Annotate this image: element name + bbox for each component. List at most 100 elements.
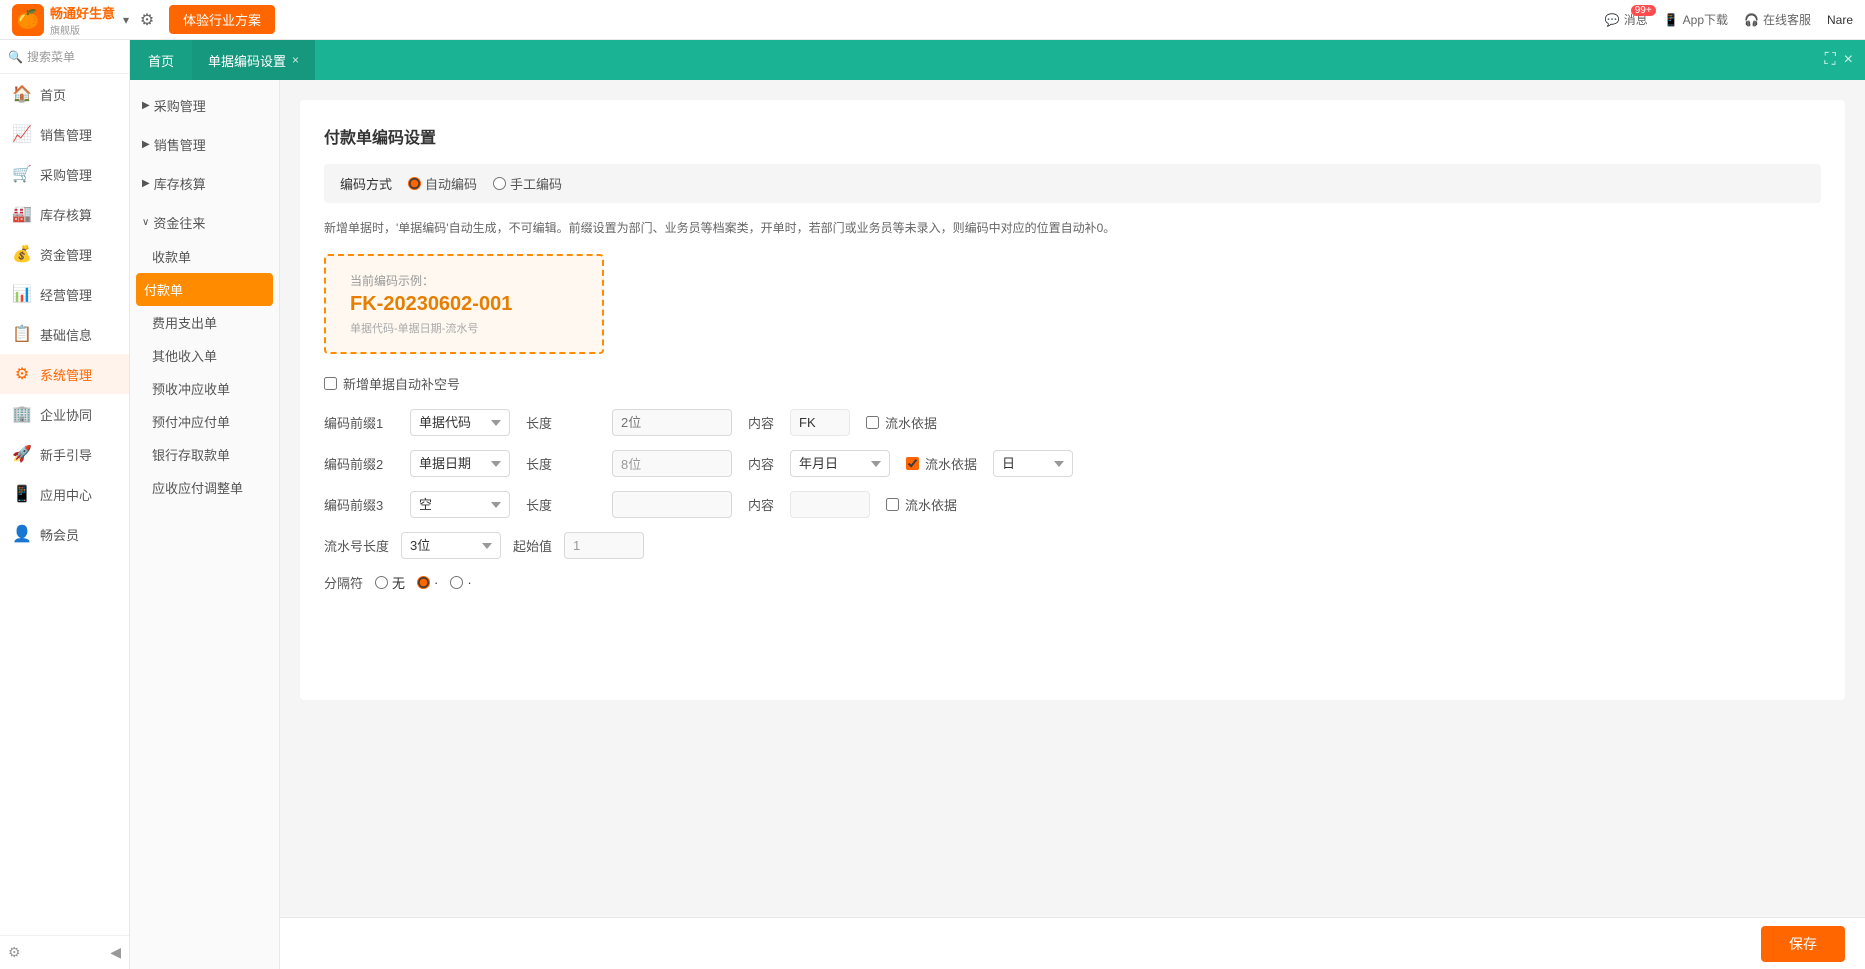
sep-none-option[interactable]: 无 [375, 573, 405, 592]
sidebar-item-sales[interactable]: 📈 销售管理 [0, 114, 129, 154]
sidebar-item-label-finance: 资金管理 [40, 245, 92, 264]
sec-item-ap-adjustment[interactable]: 应收应付调整单 [130, 471, 279, 504]
sidebar-item-operation[interactable]: 📊 经营管理 [0, 274, 129, 314]
enterprise-icon: 🏢 [12, 404, 32, 424]
sec-item-payment[interactable]: 付款单 [136, 273, 273, 306]
sidebar-item-purchase[interactable]: 🛒 采购管理 [0, 154, 129, 194]
sep-none-label: 无 [392, 573, 405, 592]
member-icon: 👤 [12, 524, 32, 544]
sidebar-search[interactable]: 🔍 搜索菜单 [0, 40, 129, 74]
sep-dot-label: · [434, 575, 438, 590]
search-icon: 🔍 [8, 50, 23, 64]
coding-radio-group: 自动编码 手工编码 [408, 174, 562, 193]
sidebar-item-newbie[interactable]: 🚀 新手引导 [0, 434, 129, 474]
tab-close-icon[interactable]: × [292, 53, 299, 67]
sec-group-title-capital[interactable]: ∨ 资金往来 [130, 205, 279, 240]
close-window-icon[interactable]: × [1844, 51, 1853, 69]
watermark1-label: 流水依据 [885, 413, 937, 432]
sec-item-prepay-receivable[interactable]: 预收冲应收单 [130, 372, 279, 405]
content1-label: 内容 [748, 413, 774, 432]
watermark3-label: 流水依据 [905, 495, 957, 514]
sep-dot-radio[interactable] [417, 576, 430, 589]
length2-input [612, 450, 732, 477]
app-download[interactable]: 📱 App下载 [1664, 11, 1728, 28]
sec-item-other-income[interactable]: 其他收入单 [130, 339, 279, 372]
sidebar-item-basic[interactable]: 📋 基础信息 [0, 314, 129, 354]
sidebar-item-enterprise[interactable]: 🏢 企业协同 [0, 394, 129, 434]
save-button[interactable]: 保存 [1761, 926, 1845, 962]
sidebar-item-label-purchase: 采购管理 [40, 165, 92, 184]
coding-method-label: 编码方式 [340, 174, 392, 193]
sep-options: 无 · · [375, 573, 472, 592]
prefix2-select[interactable]: 单据日期 部门 业务员 空 [410, 450, 510, 477]
sec-group-title-inventory[interactable]: ▶ 库存核算 [130, 166, 279, 201]
sidebar-item-apps[interactable]: 📱 应用中心 [0, 474, 129, 514]
search-label: 搜索菜单 [27, 48, 75, 65]
watermark2-period-select[interactable]: 日 月 年 [993, 450, 1073, 477]
body-area: ▶ 采购管理 ▶ 销售管理 ▶ 库存核算 [130, 80, 1865, 969]
sidebar-item-member[interactable]: 👤 畅会员 [0, 514, 129, 554]
watermark2-checkbox[interactable] [906, 457, 919, 470]
sec-item-expense[interactable]: 费用支出单 [130, 306, 279, 339]
prefix3-select[interactable]: 空 单据代码 部门 业务员 [410, 491, 510, 518]
sec-item-prepay-payable[interactable]: 预付冲应付单 [130, 405, 279, 438]
sep-dot-option[interactable]: · [417, 575, 438, 590]
prefix3-row: 编码前缀3 空 单据代码 部门 业务员 长度 内容 [324, 491, 1821, 518]
top-bar-left: 🍊 畅通好生意 旗舰版 ▾ ⚙ 体验行业方案 [12, 3, 275, 37]
auto-coding-radio[interactable] [408, 177, 421, 190]
manual-coding-option[interactable]: 手工编码 [493, 174, 562, 193]
auto-fill-label[interactable]: 新增单据自动补空号 [343, 374, 460, 393]
sec-group-title-purchase[interactable]: ▶ 采购管理 [130, 88, 279, 123]
arrow-sales: ▶ [142, 139, 150, 150]
separator-row: 分隔符 无 · [324, 573, 1821, 592]
sec-group-purchase: ▶ 采购管理 [130, 88, 279, 123]
manual-coding-radio[interactable] [493, 177, 506, 190]
page-card: 付款单编码设置 编码方式 自动编码 手 [300, 100, 1845, 700]
serial-length-select[interactable]: 3位 4位 5位 6位 [401, 532, 501, 559]
prefix2-row: 编码前缀2 单据日期 部门 业务员 空 长度 内容 年月日 [324, 450, 1821, 477]
sec-group-inventory: ▶ 库存核算 [130, 166, 279, 201]
experience-btn[interactable]: 体验行业方案 [169, 5, 275, 34]
sidebar-item-label-inventory: 库存核算 [40, 205, 92, 224]
tab-home[interactable]: 首页 [130, 40, 192, 80]
sidebar-item-finance[interactable]: 💰 资金管理 [0, 234, 129, 274]
user-name[interactable]: Nare [1827, 13, 1853, 27]
content2-select[interactable]: 年月日 年月 年 [790, 450, 890, 477]
maximize-icon[interactable]: ⛶ [1824, 51, 1835, 69]
prefix1-row: 编码前缀1 单据代码 部门 业务员 空 长度 内容 FK [324, 409, 1821, 436]
sidebar-collapse-btn[interactable]: ◀ [110, 944, 121, 961]
auto-fill-checkbox[interactable] [324, 377, 337, 390]
finance-icon: 💰 [12, 244, 32, 264]
sec-item-receipt[interactable]: 收款单 [130, 240, 279, 273]
auto-coding-option[interactable]: 自动编码 [408, 174, 477, 193]
content3-value [790, 491, 870, 518]
sidebar-item-system[interactable]: ⚙ 系统管理 [0, 354, 129, 394]
sidebar-settings-btn[interactable]: ⚙ [8, 944, 21, 961]
prefix2-label: 编码前缀2 [324, 454, 394, 473]
prefix1-select[interactable]: 单据代码 部门 业务员 空 [410, 409, 510, 436]
sec-group-label-capital: 资金往来 [153, 213, 205, 232]
message-area[interactable]: 💬 消息 99+ [1605, 11, 1648, 28]
sidebar-bottom: ⚙ ◀ [0, 935, 129, 969]
watermark3-checkbox[interactable] [886, 498, 899, 511]
sidebar-item-home[interactable]: 🏠 首页 [0, 74, 129, 114]
sep-dash-option[interactable]: · [450, 575, 471, 590]
sec-group-title-sales[interactable]: ▶ 销售管理 [130, 127, 279, 162]
sep-label: 分隔符 [324, 573, 363, 592]
sidebar-item-inventory[interactable]: 🏭 库存核算 [0, 194, 129, 234]
sec-group-label-purchase: 采购管理 [154, 96, 206, 115]
tab-current[interactable]: 单据编码设置 × [192, 40, 315, 80]
sec-item-bank-deposit[interactable]: 银行存取款单 [130, 438, 279, 471]
sep-none-radio[interactable] [375, 576, 388, 589]
sidebar-item-label-apps: 应用中心 [40, 485, 92, 504]
start-value-input[interactable] [564, 532, 644, 559]
content1-value: FK [790, 409, 850, 436]
top-bar-nav: ▾ ⚙ [123, 6, 161, 34]
headset-icon: 🎧 [1744, 13, 1759, 27]
watermark1-check: 流水依据 [866, 413, 937, 432]
watermark1-checkbox[interactable] [866, 416, 879, 429]
settings-gear-btn[interactable]: ⚙ [133, 6, 161, 34]
nav-dropdown-arrow[interactable]: ▾ [123, 13, 129, 27]
sep-dash-radio[interactable] [450, 576, 463, 589]
online-service[interactable]: 🎧 在线客服 [1744, 11, 1811, 28]
